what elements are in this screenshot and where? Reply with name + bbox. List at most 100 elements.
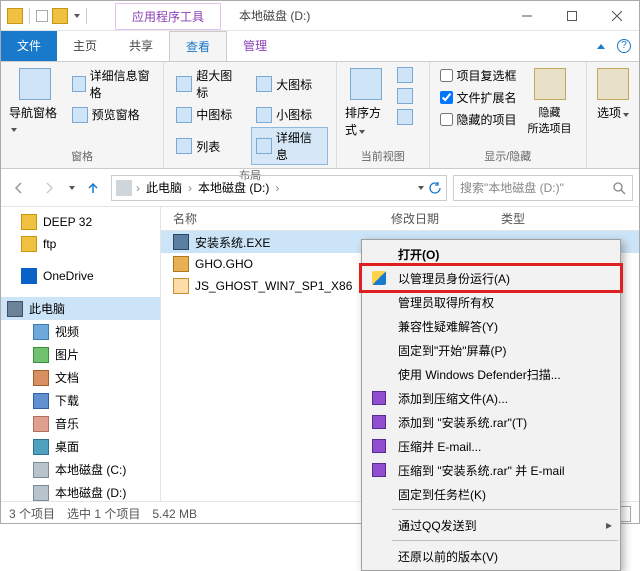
tree-item-pictures[interactable]: 图片 xyxy=(1,343,160,366)
folder-icon xyxy=(21,214,37,230)
file-icon xyxy=(173,278,189,294)
view-extra-large-button[interactable]: 超大图标 xyxy=(172,66,248,102)
checkbox-itemcheckboxes[interactable]: 项目复选框 xyxy=(438,66,519,85)
archive-icon xyxy=(372,415,386,429)
tab-view[interactable]: 查看 xyxy=(169,31,227,61)
ctx-prev-versions[interactable]: 还原以前的版本(V) xyxy=(362,544,620,568)
tree-item-folder[interactable]: ftp xyxy=(1,233,160,255)
medium-icon xyxy=(176,107,192,123)
ctx-run-as-admin[interactable]: 以管理员身份运行(A) xyxy=(362,266,620,290)
ctx-compress-rar-email[interactable]: 压缩到 "安装系统.rar" 并 E-mail xyxy=(362,458,620,482)
tree-item-video[interactable]: 视频 xyxy=(1,320,160,343)
nav-pane-button[interactable]: 导航窗格 xyxy=(9,66,62,146)
minimize-button[interactable] xyxy=(504,1,549,30)
maximize-button[interactable] xyxy=(549,1,594,30)
folder-icon xyxy=(7,8,23,24)
tree-item-documents[interactable]: 文档 xyxy=(1,366,160,389)
collapse-ribbon-icon[interactable] xyxy=(597,44,605,49)
view-list-button[interactable]: 列表 xyxy=(172,127,247,165)
tree-item-onedrive[interactable]: OneDrive xyxy=(1,265,160,287)
sort-icon xyxy=(350,68,382,100)
tab-home[interactable]: 主页 xyxy=(57,31,113,61)
size-columns-button[interactable] xyxy=(393,108,417,126)
tree-item-downloads[interactable]: 下载 xyxy=(1,389,160,412)
status-size: 5.42 MB xyxy=(152,507,197,521)
column-modified[interactable]: 修改日期 xyxy=(391,210,501,227)
address-bar[interactable]: › 此电脑 › 本地磁盘 (D:) › xyxy=(111,175,447,201)
exe-icon xyxy=(173,234,189,250)
view-large-button[interactable]: 大图标 xyxy=(252,66,328,102)
breadcrumb-pc[interactable]: 此电脑 xyxy=(144,179,184,196)
breadcrumb-drive[interactable]: 本地磁盘 (D:) xyxy=(196,179,271,196)
ctx-defender[interactable]: 使用 Windows Defender扫描... xyxy=(362,362,620,386)
tree-item-drive-d[interactable]: 本地磁盘 (D:) xyxy=(1,481,160,501)
column-type[interactable]: 类型 xyxy=(501,210,639,227)
folder-icon xyxy=(21,236,37,252)
view-small-button[interactable]: 小图标 xyxy=(252,105,328,124)
close-button[interactable] xyxy=(594,1,639,30)
up-button[interactable] xyxy=(81,176,105,200)
tree-item-folder[interactable]: DEEP 32 xyxy=(1,211,160,233)
details-pane-icon xyxy=(72,76,86,92)
refresh-icon[interactable] xyxy=(428,181,442,195)
ctx-pin-start[interactable]: 固定到"开始"屏幕(P) xyxy=(362,338,620,362)
view-details-button[interactable]: 详细信息 xyxy=(251,127,328,165)
status-selected: 选中 1 个项目 xyxy=(67,505,140,522)
video-icon xyxy=(33,324,49,340)
forward-button[interactable] xyxy=(37,176,61,200)
tree-item-desktop[interactable]: 桌面 xyxy=(1,435,160,458)
back-button[interactable] xyxy=(7,176,31,200)
hide-selected-button[interactable]: 隐藏 所选项目 xyxy=(525,66,575,146)
preview-pane-icon xyxy=(72,107,88,123)
preview-pane-button[interactable]: 预览窗格 xyxy=(68,105,156,124)
ctx-add-rar[interactable]: 添加到 "安装系统.rar"(T) xyxy=(362,410,620,434)
chevron-right-icon: ▸ xyxy=(606,518,612,532)
add-columns-button[interactable] xyxy=(393,87,417,105)
group-by-icon xyxy=(397,67,413,83)
group-by-button[interactable] xyxy=(393,66,417,84)
tree-item-music[interactable]: 音乐 xyxy=(1,412,160,435)
view-medium-button[interactable]: 中图标 xyxy=(172,105,248,124)
options-button[interactable]: 选项 xyxy=(595,66,631,150)
column-name[interactable]: 名称 xyxy=(161,210,391,227)
context-menu: 打开(O) 以管理员身份运行(A) 管理员取得所有权 兼容性疑难解答(Y) 固定… xyxy=(361,239,621,571)
file-tab[interactable]: 文件 xyxy=(1,31,57,61)
archive-icon xyxy=(372,463,386,477)
checkbox-hidden[interactable]: 隐藏的项目 xyxy=(438,110,519,129)
ctx-send-qq[interactable]: 通过QQ发送到▸ xyxy=(362,513,620,537)
ctx-open[interactable]: 打开(O) xyxy=(362,242,620,266)
chevron-right-icon[interactable]: › xyxy=(136,181,140,195)
ctx-troubleshoot[interactable]: 兼容性疑难解答(Y) xyxy=(362,314,620,338)
qat-dropdown-icon[interactable] xyxy=(74,14,80,18)
help-icon[interactable]: ? xyxy=(617,39,631,53)
ctx-pin-taskbar[interactable]: 固定到任务栏(K) xyxy=(362,482,620,506)
onedrive-icon xyxy=(21,268,37,284)
qat-newfolder-icon[interactable] xyxy=(52,8,68,24)
details-pane-button[interactable]: 详细信息窗格 xyxy=(68,66,156,102)
chevron-right-icon[interactable]: › xyxy=(275,181,279,195)
ctx-compress-email[interactable]: 压缩并 E-mail... xyxy=(362,434,620,458)
file-name: GHO.GHO xyxy=(195,257,253,271)
tab-manage[interactable]: 管理 xyxy=(227,31,283,61)
downloads-icon xyxy=(33,393,49,409)
history-dropdown-icon[interactable] xyxy=(69,186,75,190)
separator xyxy=(392,540,618,541)
search-placeholder: 搜索"本地磁盘 (D:)" xyxy=(460,179,564,196)
drive-icon xyxy=(33,462,49,478)
tree-item-drive-c[interactable]: 本地磁盘 (C:) xyxy=(1,458,160,481)
checkbox-extensions[interactable]: 文件扩展名 xyxy=(438,88,519,107)
file-name: 安装系统.EXE xyxy=(195,234,270,251)
search-input[interactable]: 搜索"本地磁盘 (D:)" xyxy=(453,175,633,201)
chevron-right-icon[interactable]: › xyxy=(188,181,192,195)
tab-share[interactable]: 共享 xyxy=(113,31,169,61)
navigation-tree[interactable]: DEEP 32 ftp OneDrive 此电脑 视频 图片 文档 下载 音乐 … xyxy=(1,207,161,501)
sort-button[interactable]: 排序方式 xyxy=(345,66,387,146)
hide-icon xyxy=(534,68,566,100)
qat-props-icon[interactable] xyxy=(36,10,48,22)
ctx-admin-owner[interactable]: 管理员取得所有权 xyxy=(362,290,620,314)
ctx-add-archive[interactable]: 添加到压缩文件(A)... xyxy=(362,386,620,410)
tree-item-thispc[interactable]: 此电脑 xyxy=(1,297,160,320)
group-panes-label: 窗格 xyxy=(9,146,155,164)
address-dropdown-icon[interactable] xyxy=(418,186,424,190)
archive-icon xyxy=(372,391,386,405)
